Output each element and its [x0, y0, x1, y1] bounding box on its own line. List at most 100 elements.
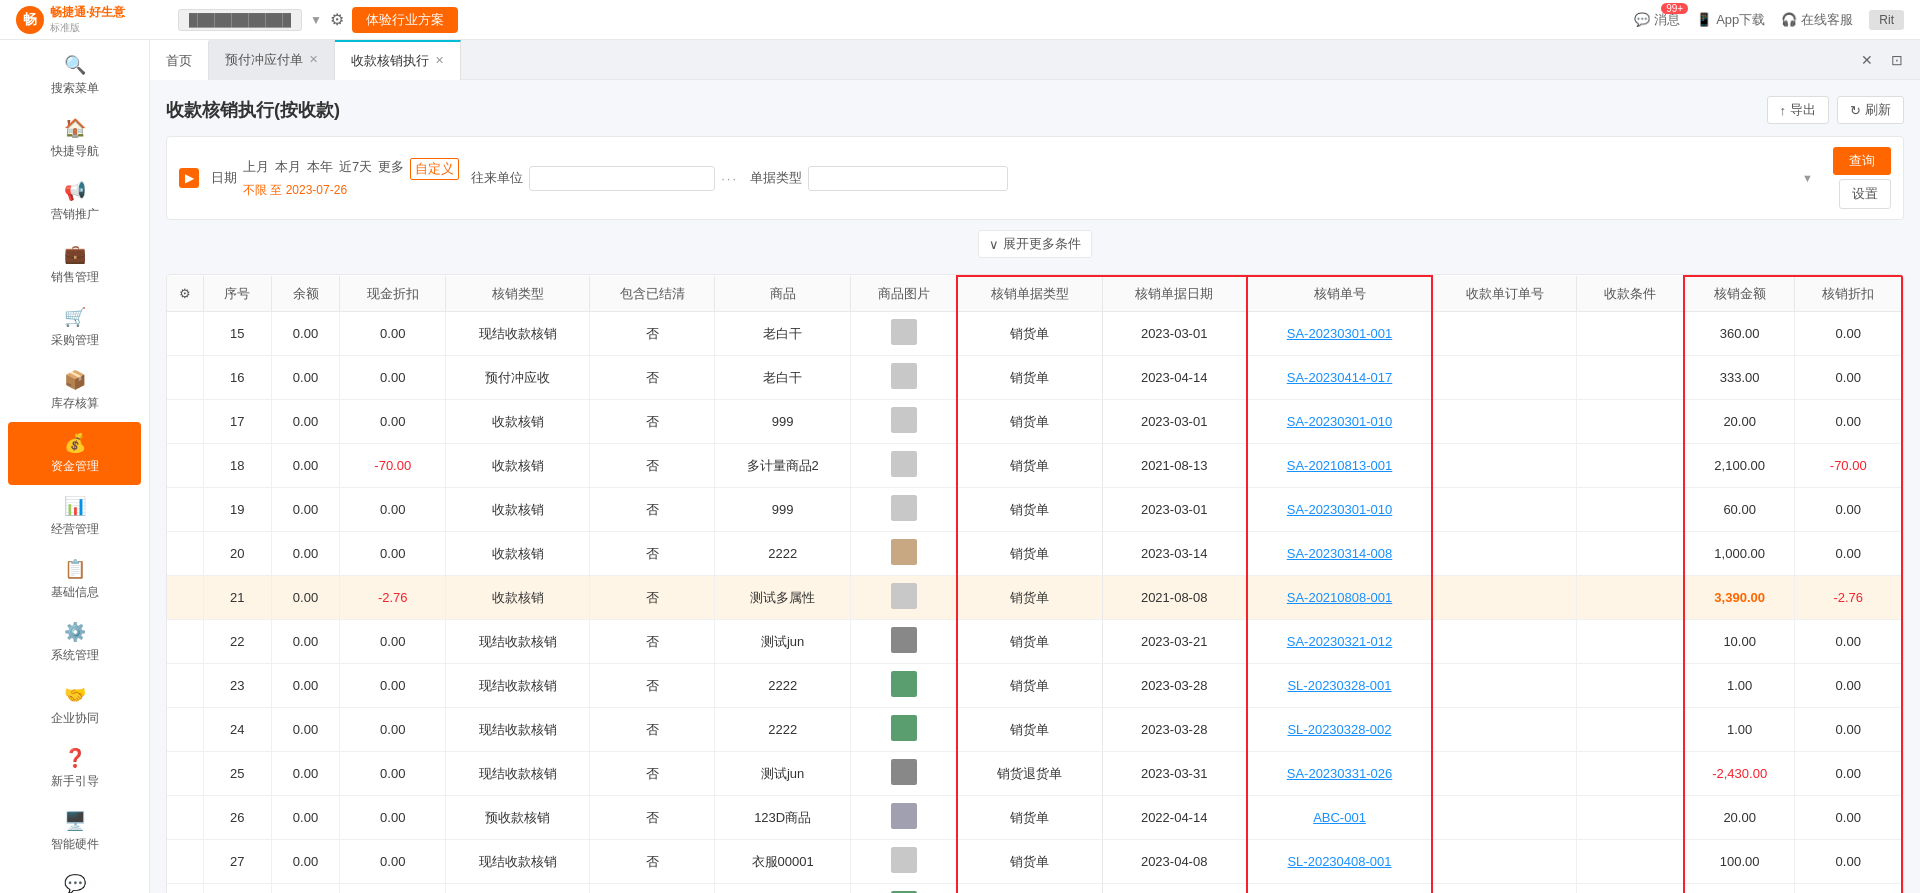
cell-seq: 18 — [203, 444, 271, 488]
sidebar-item-quicknav[interactable]: 🏠 快捷导航 — [0, 107, 149, 170]
cell-settings — [167, 444, 203, 488]
sidebar-item-system[interactable]: ⚙️ 系统管理 — [0, 611, 149, 674]
cell-reccond — [1577, 840, 1684, 884]
cell-reccond — [1577, 708, 1684, 752]
expand-more-button[interactable]: ∨ 展开更多条件 — [978, 230, 1092, 258]
cell-billno[interactable]: SA-20230301-001 — [1247, 312, 1432, 356]
sidebar-item-guide[interactable]: ❓ 新手引导 — [0, 737, 149, 800]
company-selector[interactable]: ████████████ — [178, 9, 302, 31]
cell-settings — [167, 708, 203, 752]
tab-prepay[interactable]: 预付冲应付单 ✕ — [209, 40, 335, 80]
cell-billno[interactable]: SA-20230301-010 — [1247, 400, 1432, 444]
maximize-button[interactable]: ⊡ — [1882, 45, 1912, 75]
cell-seq: 20 — [203, 532, 271, 576]
settings-icon[interactable]: ⚙ — [330, 10, 344, 29]
cell-billno[interactable]: SA-20230321-012 — [1247, 620, 1432, 664]
filter-settings-button[interactable]: 设置 — [1839, 179, 1891, 209]
cell-balance: 0.00 — [271, 708, 339, 752]
cell-billno[interactable]: SL-20230418-001 — [1247, 884, 1432, 894]
topbar-middle: ████████████ ▼ ⚙ 体验行业方案 — [178, 7, 1622, 33]
sidebar-item-basic[interactable]: 📋 基础信息 — [0, 548, 149, 611]
cell-img — [850, 488, 957, 532]
sidebar-item-wechat[interactable]: 💬 企业微信 — [0, 863, 149, 893]
cell-billno[interactable]: SL-20230328-002 — [1247, 708, 1432, 752]
filter-last-month[interactable]: 上月 — [243, 158, 269, 180]
table-row: 17 0.00 0.00 收款核销 否 999 销货单 2023-03-01 S… — [167, 400, 1902, 444]
filter-billtype-select[interactable] — [808, 166, 1008, 191]
cell-settled: 否 — [590, 664, 715, 708]
cell-balance: 0.00 — [271, 840, 339, 884]
cell-balance: 0.00 — [271, 884, 339, 894]
message-button[interactable]: 💬 消息 99+ — [1634, 11, 1680, 29]
cell-discount: 0.00 — [1795, 312, 1902, 356]
filter-toggle-button[interactable]: ▶ — [179, 168, 199, 188]
query-button[interactable]: 查询 — [1833, 147, 1891, 175]
cell-billno[interactable]: SL-20230328-001 — [1247, 664, 1432, 708]
sidebar-item-marketing[interactable]: 📢 营销推广 — [0, 170, 149, 233]
cell-billno[interactable]: SA-20230414-017 — [1247, 356, 1432, 400]
cell-writetype: 现结收款核销 — [446, 840, 590, 884]
cell-settled: 否 — [590, 884, 715, 894]
filter-this-year[interactable]: 本年 — [307, 158, 333, 180]
cell-billno[interactable]: SA-20230301-010 — [1247, 488, 1432, 532]
sidebar-item-sales[interactable]: 💼 销售管理 — [0, 233, 149, 296]
sidebar-item-inventory[interactable]: 📦 库存核算 — [0, 359, 149, 422]
app-download-button[interactable]: 📱 App下载 — [1696, 11, 1765, 29]
cell-billtype: 销货单 — [957, 532, 1102, 576]
cell-balance: 0.00 — [271, 620, 339, 664]
cell-cashdisc: 0.00 — [340, 532, 446, 576]
th-discount: 核销折扣 — [1795, 276, 1902, 312]
cell-billdate: 2023-03-21 — [1102, 620, 1247, 664]
cell-settings — [167, 884, 203, 894]
sidebar-item-collab[interactable]: 🤝 企业协同 — [0, 674, 149, 737]
cell-balance: 0.00 — [271, 532, 339, 576]
cell-billno[interactable]: SA-20210808-001 — [1247, 576, 1432, 620]
cell-discount: -2.76 — [1795, 576, 1902, 620]
filter-this-month[interactable]: 本月 — [275, 158, 301, 180]
solution-button[interactable]: 体验行业方案 — [352, 7, 458, 33]
filter-more[interactable]: 更多 — [378, 158, 404, 180]
user-profile[interactable]: Rit — [1869, 10, 1904, 30]
sidebar-item-finance[interactable]: 💰 资金管理 — [8, 422, 141, 485]
cell-img — [850, 840, 957, 884]
sidebar-item-hardware[interactable]: 🖥️ 智能硬件 — [0, 800, 149, 863]
cell-amount: 2,100.00 — [1684, 444, 1795, 488]
sidebar-item-search[interactable]: 🔍 搜索菜单 — [0, 44, 149, 107]
column-settings-icon[interactable]: ⚙ — [179, 286, 191, 301]
cell-billno[interactable]: ABC-001 — [1247, 796, 1432, 840]
cell-billno[interactable]: SL-20230408-001 — [1247, 840, 1432, 884]
filter-7days[interactable]: 近7天 — [339, 158, 372, 180]
th-settings: ⚙ — [167, 276, 203, 312]
tabbar: 首页 预付冲应付单 ✕ 收款核销执行 ✕ ✕ ⊡ — [150, 40, 1920, 80]
tab-receipt[interactable]: 收款核销执行 ✕ — [335, 40, 461, 80]
sidebar-item-operation[interactable]: 📊 经营管理 — [0, 485, 149, 548]
cell-billno[interactable]: SA-20210813-001 — [1247, 444, 1432, 488]
cell-billdate: 2023-03-28 — [1102, 664, 1247, 708]
tab-prepay-close[interactable]: ✕ — [309, 53, 318, 66]
cell-balance: 0.00 — [271, 664, 339, 708]
sales-icon: 💼 — [64, 243, 86, 265]
tab-home[interactable]: 首页 — [150, 40, 209, 80]
table-row: 20 0.00 0.00 收款核销 否 2222 销货单 2023-03-14 … — [167, 532, 1902, 576]
data-table-wrapper: ⚙ 序号 余额 现金折扣 核销类型 包含已结清 商品 商品图片 核销单据类型 核… — [166, 274, 1904, 893]
th-seq: 序号 — [203, 276, 271, 312]
cell-settled: 否 — [590, 840, 715, 884]
table-row: 26 0.00 0.00 预收款核销 否 123D商品 销货单 2022-04-… — [167, 796, 1902, 840]
page-actions: ↑ 导出 ↻ 刷新 — [1767, 96, 1905, 124]
cell-recno — [1432, 400, 1577, 444]
tab-receipt-close[interactable]: ✕ — [435, 54, 444, 67]
cell-billno[interactable]: SA-20230314-008 — [1247, 532, 1432, 576]
filter-partner-input[interactable] — [529, 166, 715, 191]
cell-billno[interactable]: SA-20230331-026 — [1247, 752, 1432, 796]
cell-goods: 123D商品 — [715, 796, 851, 840]
online-service-button[interactable]: 🎧 在线客服 — [1781, 11, 1853, 29]
refresh-button[interactable]: ↻ 刷新 — [1837, 96, 1904, 124]
cell-settings — [167, 312, 203, 356]
filter-custom[interactable]: 自定义 — [410, 158, 459, 180]
cell-writetype: 预付冲应收 — [446, 356, 590, 400]
export-button[interactable]: ↑ 导出 — [1767, 96, 1830, 124]
close-window-button[interactable]: ✕ — [1852, 45, 1882, 75]
cell-writetype: 收款核销 — [446, 444, 590, 488]
sidebar-item-purchase[interactable]: 🛒 采购管理 — [0, 296, 149, 359]
cell-billdate: 2023-03-01 — [1102, 312, 1247, 356]
